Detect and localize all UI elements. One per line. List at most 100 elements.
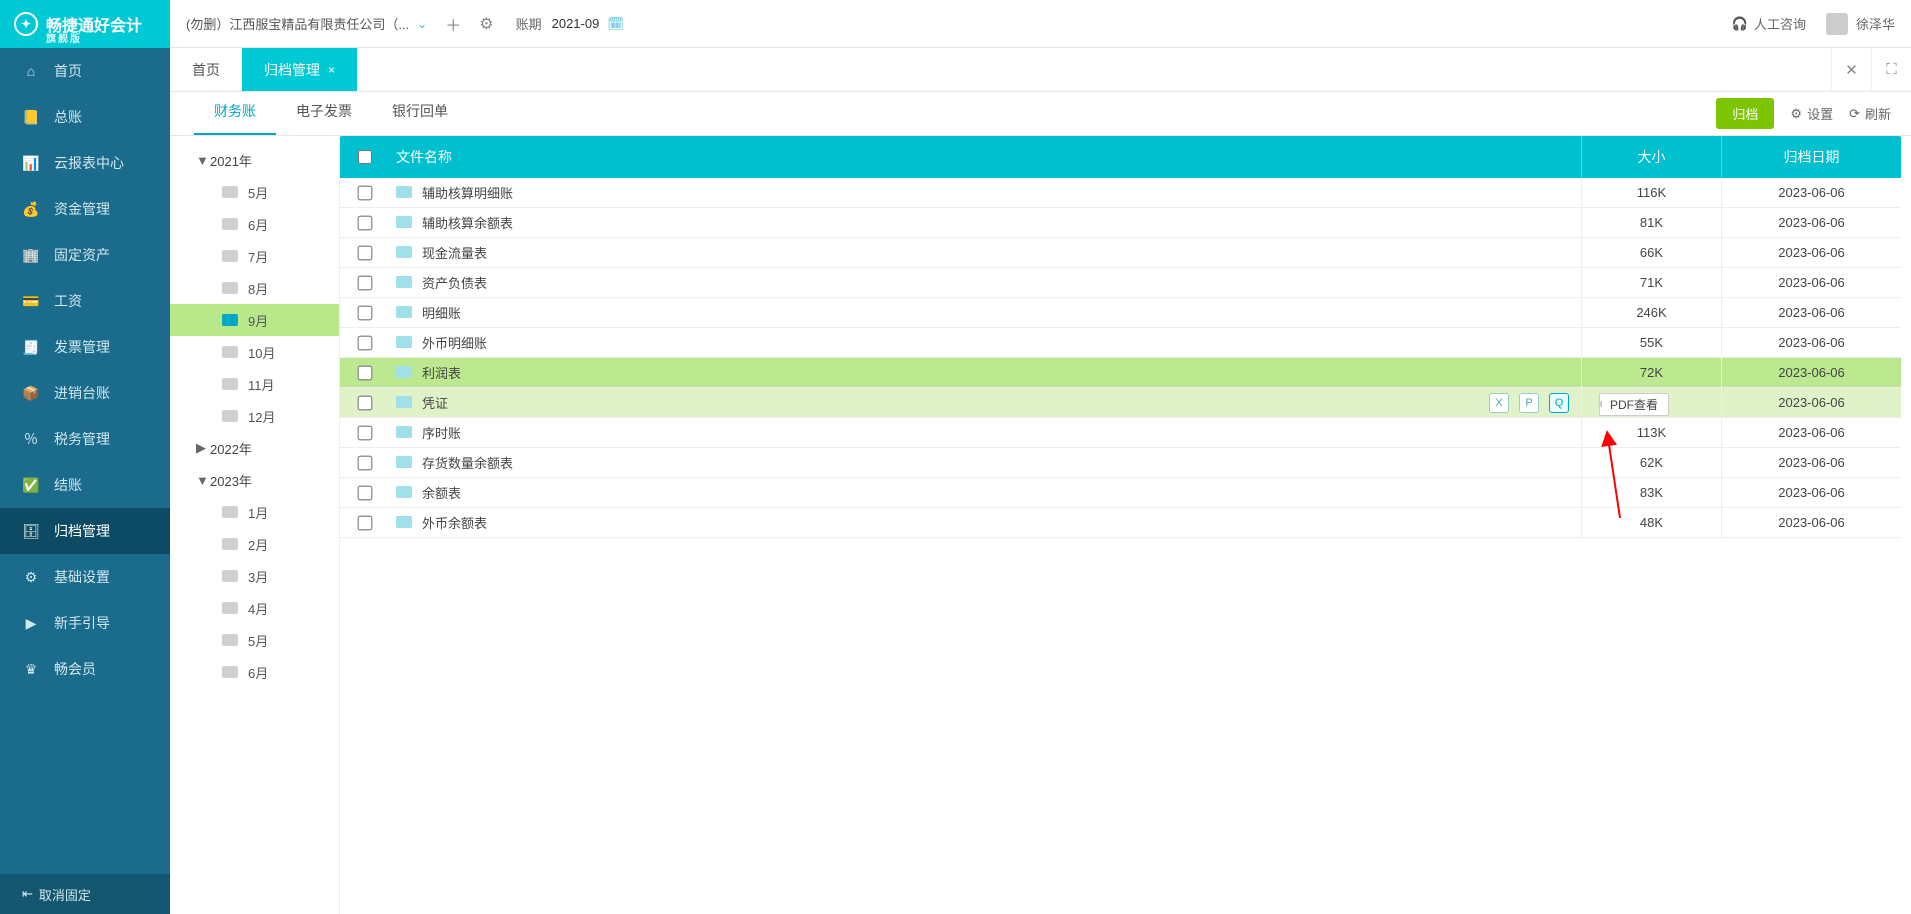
tree-month-12月[interactable]: 12月 xyxy=(170,400,339,432)
tree-year-2022[interactable]: ▶2022年 xyxy=(170,432,339,464)
table-row[interactable]: 明细账246K2023-06-06 xyxy=(340,298,1901,328)
table-row[interactable]: 辅助核算余额表81K2023-06-06 xyxy=(340,208,1901,238)
fullscreen-icon[interactable]: ⛶ xyxy=(1871,48,1911,92)
select-all-checkbox[interactable] xyxy=(358,150,372,164)
sidebar-item-首页[interactable]: ⌂首页 xyxy=(0,48,170,94)
tree-year-2021[interactable]: ▼2021年 xyxy=(170,144,339,176)
sidebar-item-总账[interactable]: 📒总账 xyxy=(0,94,170,140)
sidebar-item-畅会员[interactable]: ♛畅会员 xyxy=(0,646,170,692)
table-row[interactable]: 外币余额表48K2023-06-06 xyxy=(340,508,1901,538)
row-checkbox[interactable] xyxy=(358,455,373,470)
table-row[interactable]: 序时账113K2023-06-06 xyxy=(340,418,1901,448)
archive-icon: 🗄 xyxy=(22,522,40,540)
sidebar-item-税务管理[interactable]: ％税务管理 xyxy=(0,416,170,462)
table-row[interactable]: 现金流量表66K2023-06-06 xyxy=(340,238,1901,268)
tree-month-10月[interactable]: 10月 xyxy=(170,336,339,368)
archive-date: 2023-06-06 xyxy=(1721,298,1901,328)
row-checkbox[interactable] xyxy=(358,365,373,380)
company-selector[interactable]: (勿删）江西服宝精品有限责任公司（... ⌄ xyxy=(186,14,427,33)
table-row[interactable]: 资产负债表71K2023-06-06 xyxy=(340,268,1901,298)
row-checkbox[interactable] xyxy=(358,305,373,320)
row-checkbox[interactable] xyxy=(358,425,373,440)
sidebar-item-label: 发票管理 xyxy=(54,337,110,357)
close-tab-icon[interactable]: ✕ xyxy=(1831,48,1871,92)
vip-icon: ♛ xyxy=(22,660,40,678)
gear-icon[interactable]: ⚙ xyxy=(479,14,493,34)
table-row[interactable]: 外币明细账55K2023-06-06 xyxy=(340,328,1901,358)
subtab-银行回单[interactable]: 银行回单 xyxy=(372,91,468,135)
tab-归档管理[interactable]: 归档管理× xyxy=(242,48,357,91)
sidebar-item-资金管理[interactable]: 💰资金管理 xyxy=(0,186,170,232)
tree-month-2月[interactable]: 2月 xyxy=(170,528,339,560)
sidebar-item-新手引导[interactable]: ▶新手引导 xyxy=(0,600,170,646)
archive-date: 2023-06-06 xyxy=(1721,478,1901,508)
archive-date: 2023-06-06 xyxy=(1721,178,1901,208)
sidebar-item-进销台账[interactable]: 📦进销台账 xyxy=(0,370,170,416)
table-row[interactable]: 存货数量余额表62K2023-06-06 xyxy=(340,448,1901,478)
folder-icon xyxy=(222,282,238,294)
logo-edition: 旗舰版 xyxy=(46,30,82,45)
refresh-link[interactable]: ⟳刷新 xyxy=(1849,104,1891,123)
sidebar-item-label: 云报表中心 xyxy=(54,153,124,173)
view-pdf-icon[interactable]: Q xyxy=(1549,393,1569,413)
file-size: 48K xyxy=(1581,508,1721,538)
archive-button[interactable]: 归档 xyxy=(1716,98,1774,129)
pdf-tooltip: PDF查看 xyxy=(1599,393,1669,416)
row-checkbox[interactable] xyxy=(358,215,373,230)
folder-icon xyxy=(222,314,238,326)
archive-date: 2023-06-06 xyxy=(1721,448,1901,478)
tree-month-8月[interactable]: 8月 xyxy=(170,272,339,304)
row-checkbox[interactable] xyxy=(358,275,373,290)
tree-month-5月[interactable]: 5月 xyxy=(170,624,339,656)
row-checkbox[interactable] xyxy=(358,515,373,530)
row-checkbox[interactable] xyxy=(358,185,373,200)
archive-date: 2023-06-06 xyxy=(1721,268,1901,298)
table-row[interactable]: 凭证53K2023-06-06XPQPDF查看 xyxy=(340,388,1901,418)
sidebar-item-结账[interactable]: ✅结账 xyxy=(0,462,170,508)
archive-date: 2023-06-06 xyxy=(1721,508,1901,538)
download-excel-icon[interactable]: X xyxy=(1489,393,1509,413)
tree-month-6月[interactable]: 6月 xyxy=(170,208,339,240)
sidebar-item-label: 首页 xyxy=(54,61,82,81)
gear-icon: ⚙ xyxy=(22,568,40,586)
tree-month-1月[interactable]: 1月 xyxy=(170,496,339,528)
sidebar-item-发票管理[interactable]: 🧾发票管理 xyxy=(0,324,170,370)
sidebar-item-云报表中心[interactable]: 📊云报表中心 xyxy=(0,140,170,186)
calendar-icon[interactable]: 🗓 xyxy=(607,16,624,32)
file-icon xyxy=(396,396,412,408)
tree-month-11月[interactable]: 11月 xyxy=(170,368,339,400)
row-checkbox[interactable] xyxy=(358,245,373,260)
tree-month-4月[interactable]: 4月 xyxy=(170,592,339,624)
archive-date: 2023-06-06 xyxy=(1721,388,1901,418)
table-row[interactable]: 利润表72K2023-06-06 xyxy=(340,358,1901,388)
settings-link[interactable]: ⚙设置 xyxy=(1790,104,1833,123)
close-icon[interactable]: × xyxy=(328,63,335,77)
consult-button[interactable]: 🎧 人工咨询 xyxy=(1732,14,1806,33)
add-icon[interactable]: ＋ xyxy=(445,12,461,36)
table-row[interactable]: 辅助核算明细账116K2023-06-06 xyxy=(340,178,1901,208)
subtab-财务账[interactable]: 财务账 xyxy=(194,91,276,135)
salary-icon: 💳 xyxy=(22,292,40,310)
row-checkbox[interactable] xyxy=(358,335,373,350)
row-checkbox[interactable] xyxy=(358,485,373,500)
table-row[interactable]: 余额表83K2023-06-06 xyxy=(340,478,1901,508)
tree-month-7月[interactable]: 7月 xyxy=(170,240,339,272)
file-icon xyxy=(396,246,412,258)
tab-首页[interactable]: 首页 xyxy=(170,48,242,91)
content: 财务账电子发票银行回单 归档 ⚙设置 ⟳刷新 ▼2021年 5月6月7月8月9月… xyxy=(170,92,1911,914)
subtab-电子发票[interactable]: 电子发票 xyxy=(276,91,372,135)
sidebar-item-工资[interactable]: 💳工资 xyxy=(0,278,170,324)
download-pdf-icon[interactable]: P xyxy=(1519,393,1539,413)
sidebar-item-归档管理[interactable]: 🗄归档管理 xyxy=(0,508,170,554)
unpin-icon: ⇤ xyxy=(22,886,33,902)
user-menu[interactable]: 徐泽华 xyxy=(1826,13,1895,35)
tree-month-9月[interactable]: 9月 xyxy=(170,304,339,336)
sidebar-item-固定资产[interactable]: 🏢固定资产 xyxy=(0,232,170,278)
tree-month-3月[interactable]: 3月 xyxy=(170,560,339,592)
sidebar-unpin[interactable]: ⇤ 取消固定 xyxy=(0,874,170,914)
tree-month-5月[interactable]: 5月 xyxy=(170,176,339,208)
sidebar-item-基础设置[interactable]: ⚙基础设置 xyxy=(0,554,170,600)
tree-month-6月[interactable]: 6月 xyxy=(170,656,339,688)
tree-year-2023[interactable]: ▼2023年 xyxy=(170,464,339,496)
row-checkbox[interactable] xyxy=(358,395,373,410)
